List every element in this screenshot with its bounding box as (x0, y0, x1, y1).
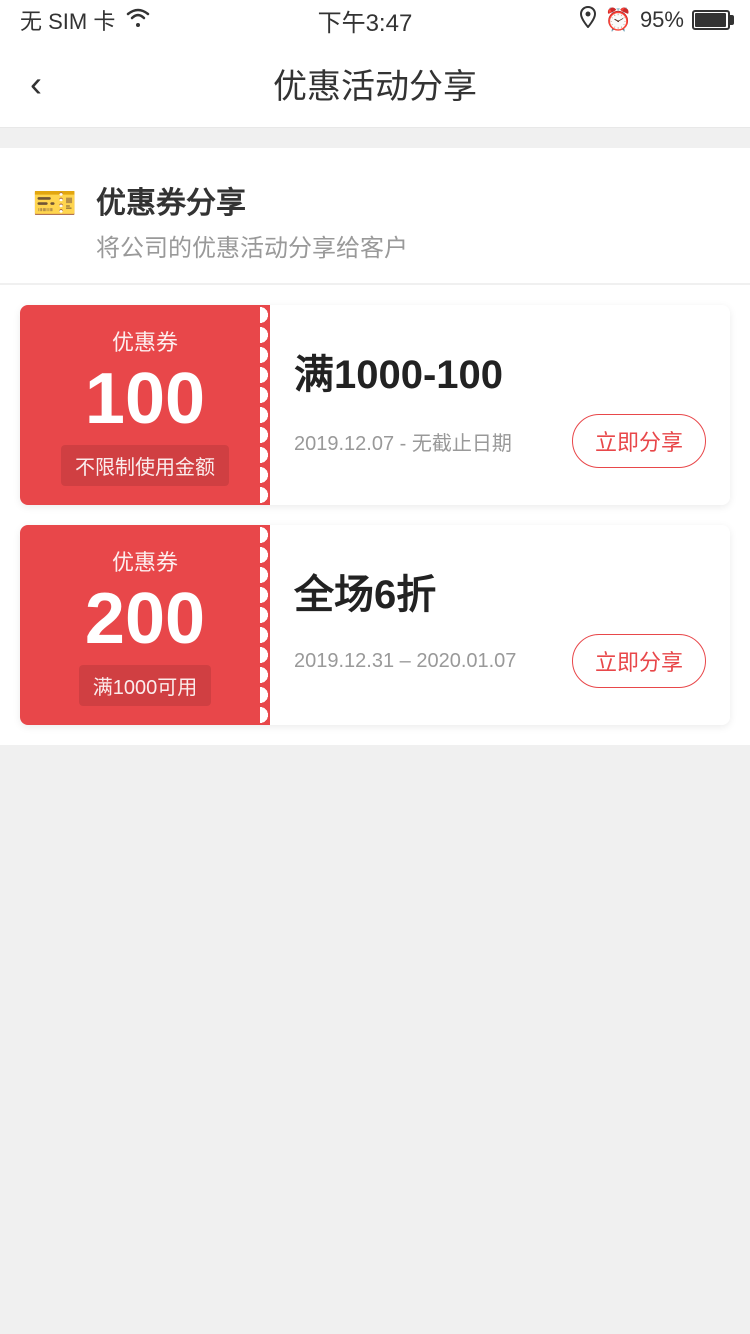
section-header: 🎫 优惠券分享 将公司的优惠活动分享给客户 (0, 148, 750, 283)
wifi-icon (125, 7, 151, 33)
status-bar: 无 SIM 卡 下午3:47 ⏰ 95% (0, 0, 750, 40)
back-button[interactable]: ‹ (30, 63, 42, 105)
coupon-label-2: 优惠券 (112, 545, 178, 577)
coupon-desc-2: 满1000可用 (79, 665, 212, 706)
coupon-left-2: 优惠券 200 满1000可用 (20, 525, 270, 725)
nav-bar: ‹ 优惠活动分享 (0, 40, 750, 128)
coupon-name-1: 满1000-100 (294, 342, 706, 400)
coupon-icon: 🎫 (30, 178, 80, 228)
share-button-2[interactable]: 立即分享 (572, 634, 706, 688)
page-title: 优惠活动分享 (273, 59, 477, 108)
coupon-date-1: 2019.12.07 - 无截止日期 (294, 427, 562, 456)
coupon-meta-row-1: 2019.12.07 - 无截止日期 立即分享 (294, 414, 706, 468)
coupon-list: 优惠券 100 不限制使用金额 满1000-100 2019.12.07 - 无… (0, 285, 750, 745)
coupon-name-2: 全场6折 (294, 562, 706, 620)
section-subtitle: 将公司的优惠活动分享给客户 (96, 228, 408, 263)
coupon-amount-1: 100 (85, 363, 205, 435)
status-left: 无 SIM 卡 (20, 4, 151, 36)
coupon-left-1: 优惠券 100 不限制使用金额 (20, 305, 270, 505)
coupon-date-2: 2019.12.31 – 2020.01.07 (294, 650, 562, 673)
coupon-right-1: 满1000-100 2019.12.07 - 无截止日期 立即分享 (270, 305, 730, 505)
carrier-text: 无 SIM 卡 (20, 4, 115, 36)
coupon-card-2: 优惠券 200 满1000可用 全场6折 2019.12.31 – 2020.0… (20, 525, 730, 725)
coupon-card-1: 优惠券 100 不限制使用金额 满1000-100 2019.12.07 - 无… (20, 305, 730, 505)
battery-percent: 95% (640, 7, 684, 33)
coupon-amount-2: 200 (85, 583, 205, 655)
alarm-icon: ⏰ (605, 7, 632, 33)
section-title: 优惠券分享 (96, 178, 408, 222)
battery-icon (692, 10, 730, 30)
location-icon (579, 6, 597, 34)
section-text-group: 优惠券分享 将公司的优惠活动分享给客户 (96, 178, 408, 263)
coupon-meta-row-2: 2019.12.31 – 2020.01.07 立即分享 (294, 634, 706, 688)
coupon-right-2: 全场6折 2019.12.31 – 2020.01.07 立即分享 (270, 525, 730, 725)
status-time: 下午3:47 (318, 3, 413, 38)
coupon-desc-1: 不限制使用金额 (61, 445, 229, 486)
status-right: ⏰ 95% (579, 6, 730, 34)
share-button-1[interactable]: 立即分享 (572, 414, 706, 468)
coupon-label-1: 优惠券 (112, 325, 178, 357)
blank-area (0, 745, 750, 1245)
